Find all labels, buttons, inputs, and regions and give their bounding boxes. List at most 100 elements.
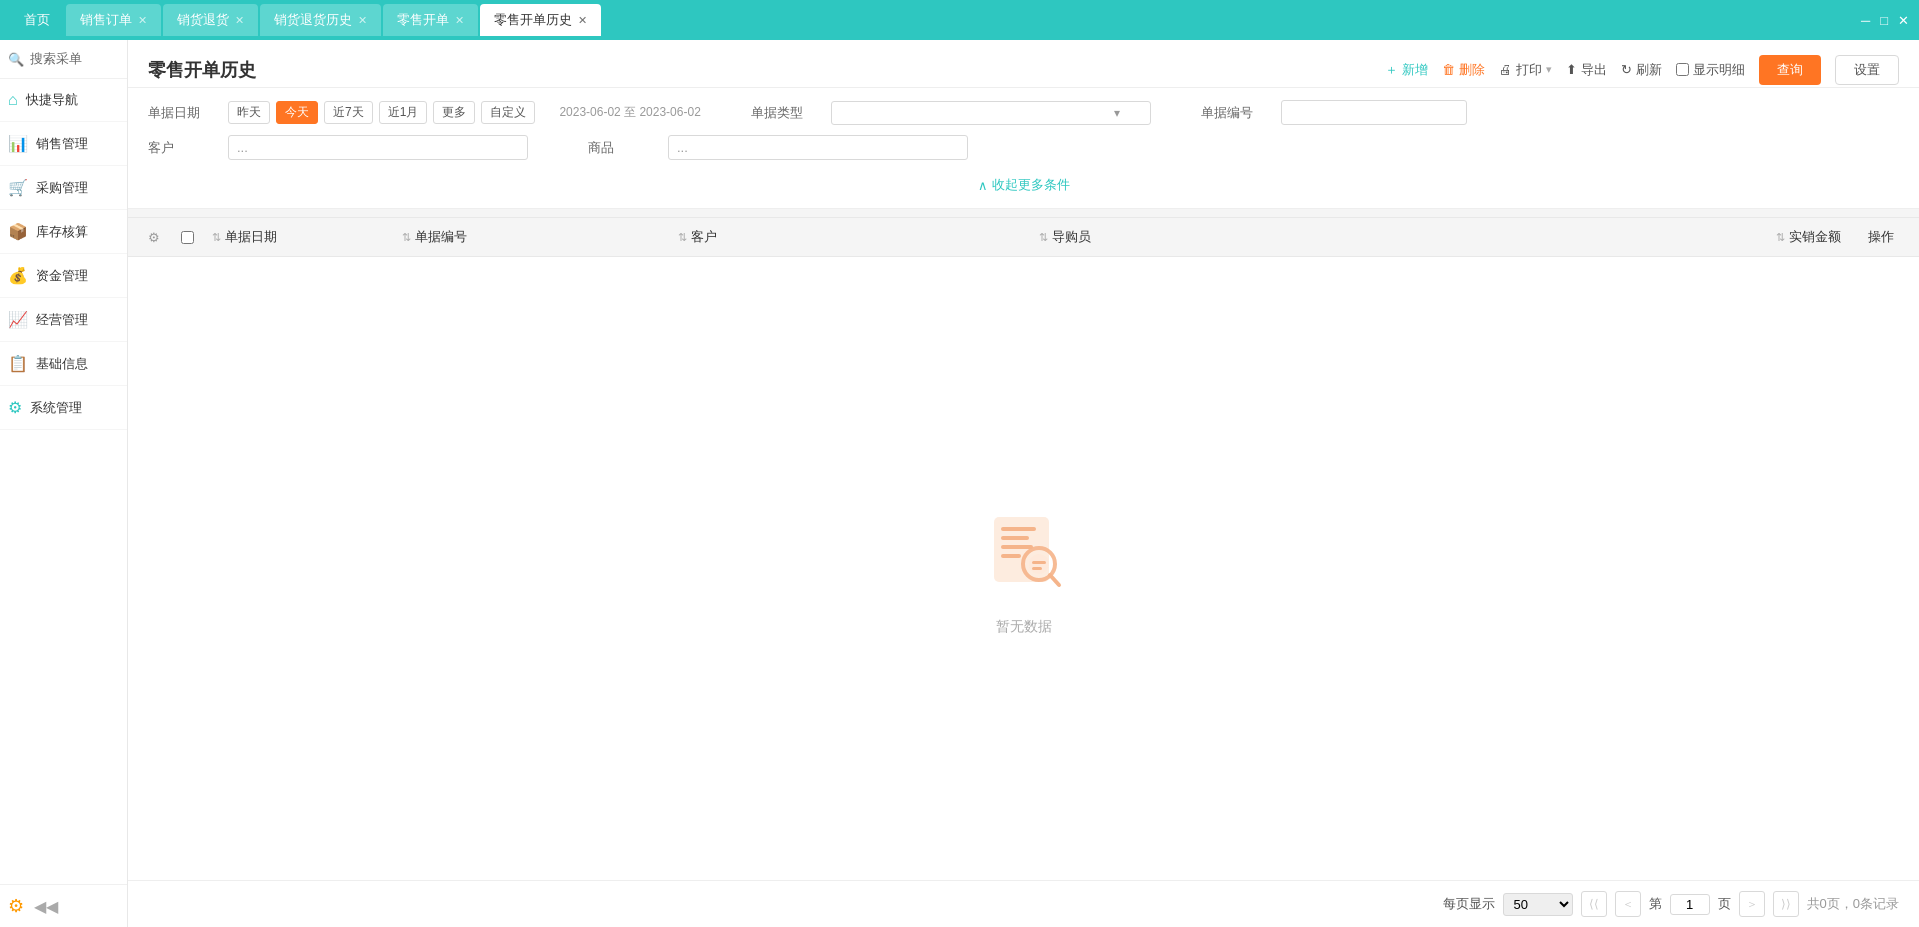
- minimize-btn[interactable]: ─: [1861, 13, 1870, 28]
- col-no-label: 单据编号: [415, 228, 467, 246]
- collapse-arrow-icon: ∧: [978, 178, 988, 193]
- col-header-action: 操作: [1851, 228, 1911, 246]
- sidebar-item-finance[interactable]: 💰 资金管理: [0, 254, 127, 298]
- col-date-label: 单据日期: [225, 228, 277, 246]
- last-page-btn[interactable]: ⟩⟩: [1773, 891, 1799, 917]
- purchase-mgmt-icon: 🛒: [8, 178, 28, 197]
- refresh-icon: ↻: [1621, 62, 1632, 77]
- tab-retail-open-history[interactable]: 零售开单历史 ✕: [480, 4, 601, 36]
- sidebar-item-purchase-mgmt[interactable]: 🛒 采购管理: [0, 166, 127, 210]
- date-range-display: 2023-06-02 至 2023-06-02: [559, 104, 700, 121]
- tab-sales-return-history[interactable]: 销货退货历史 ✕: [260, 4, 381, 36]
- col-sort-guide-icon[interactable]: ⇅: [1039, 231, 1048, 244]
- tab-retail-open-history-label: 零售开单历史: [494, 11, 572, 29]
- add-button[interactable]: ＋ 新增: [1385, 61, 1428, 79]
- yesterday-btn[interactable]: 昨天: [228, 101, 270, 124]
- display-toggle[interactable]: 显示明细: [1676, 61, 1745, 79]
- maximize-btn[interactable]: □: [1880, 13, 1888, 28]
- prev-page-btn[interactable]: ＜: [1615, 891, 1641, 917]
- today-btn[interactable]: 今天: [276, 101, 318, 124]
- select-all-checkbox[interactable]: [181, 231, 194, 244]
- doc-no-label: 单据编号: [1201, 104, 1261, 122]
- col-sort-no-icon[interactable]: ⇅: [402, 231, 411, 244]
- add-icon: ＋: [1385, 61, 1398, 79]
- refresh-button[interactable]: ↻ 刷新: [1621, 61, 1662, 79]
- tab-retail-open-close[interactable]: ✕: [455, 14, 464, 27]
- per-page-select[interactable]: 50 10 20 100: [1503, 893, 1573, 916]
- svg-rect-2: [1001, 536, 1029, 540]
- print-arrow-icon: ▾: [1546, 63, 1552, 76]
- tab-sales-return-history-label: 销货退货历史: [274, 11, 352, 29]
- col-header-no: ⇅ 单据编号: [392, 228, 668, 246]
- sidebar-item-basic-info-label: 基础信息: [36, 355, 88, 373]
- delete-button[interactable]: 🗑 删除: [1442, 61, 1485, 79]
- sidebar-item-inventory[interactable]: 📦 库存核算: [0, 210, 127, 254]
- print-button[interactable]: 🖨 打印 ▾: [1499, 61, 1552, 79]
- query-button[interactable]: 查询: [1759, 55, 1821, 85]
- tab-retail-open-label: 零售开单: [397, 11, 449, 29]
- sales-mgmt-icon: 📊: [8, 134, 28, 153]
- sidebar-item-system-mgmt-label: 系统管理: [30, 399, 82, 417]
- sidebar-item-sales-mgmt[interactable]: 📊 销售管理: [0, 122, 127, 166]
- filter-area: 单据日期 昨天 今天 近7天 近1月 更多 自定义 2023-06-02 至 2…: [128, 88, 1919, 209]
- toolbar: ＋ 新增 🗑 删除 🖨 打印 ▾ ⬆ 导出 ↻ 刷新: [1385, 55, 1899, 85]
- tab-sales-return-history-close[interactable]: ✕: [358, 14, 367, 27]
- tab-retail-open[interactable]: 零售开单 ✕: [383, 4, 478, 36]
- sidebar-item-purchase-mgmt-label: 采购管理: [36, 179, 88, 197]
- export-label: 导出: [1581, 61, 1607, 79]
- sidebar-item-operation[interactable]: 📈 经营管理: [0, 298, 127, 342]
- sidebar-settings-icon[interactable]: ⚙: [8, 895, 24, 917]
- svg-rect-3: [1001, 545, 1033, 549]
- tab-retail-open-history-close[interactable]: ✕: [578, 14, 587, 27]
- next-page-btn[interactable]: ＞: [1739, 891, 1765, 917]
- setting-button[interactable]: 设置: [1835, 55, 1899, 85]
- close-window-btn[interactable]: ✕: [1898, 13, 1909, 28]
- col-sort-customer-icon[interactable]: ⇅: [678, 231, 687, 244]
- display-toggle-checkbox[interactable]: [1676, 63, 1689, 76]
- operation-icon: 📈: [8, 310, 28, 329]
- sidebar-item-system-mgmt[interactable]: ⚙ 系统管理: [0, 386, 127, 430]
- sidebar-bottom: ⚙ ◀◀: [0, 884, 127, 927]
- finance-icon: 💰: [8, 266, 28, 285]
- sidebar-collapse-icon[interactable]: ◀◀: [34, 897, 58, 916]
- doc-type-arrow-icon: ▾: [1114, 106, 1120, 120]
- first-page-btn[interactable]: ⟨⟨: [1581, 891, 1607, 917]
- content-area: 零售开单历史 ＋ 新增 🗑 删除 🖨 打印 ▾ ⬆ 导出: [128, 40, 1919, 927]
- doc-type-select[interactable]: ▾: [831, 101, 1151, 125]
- col-header-guide: ⇅ 导购员: [1029, 228, 1219, 246]
- last7-btn[interactable]: 近7天: [324, 101, 373, 124]
- custom-btn[interactable]: 自定义: [481, 101, 535, 124]
- tab-sales-return[interactable]: 销货退货 ✕: [163, 4, 258, 36]
- last-month-btn[interactable]: 近1月: [379, 101, 428, 124]
- page-number-input[interactable]: [1670, 894, 1710, 915]
- collapse-conditions-btn[interactable]: ∧ 收起更多条件: [148, 170, 1899, 196]
- tab-sales-order-close[interactable]: ✕: [138, 14, 147, 27]
- date-filter-buttons: 昨天 今天 近7天 近1月 更多 自定义: [228, 101, 535, 124]
- export-button[interactable]: ⬆ 导出: [1566, 61, 1607, 79]
- sidebar-item-quick-nav[interactable]: ⌂ 快捷导航: [0, 79, 127, 122]
- window-controls: ─ □ ✕: [1861, 13, 1909, 28]
- sidebar-search[interactable]: 🔍 搜索采单: [0, 40, 127, 79]
- col-sort-date-icon[interactable]: ⇅: [212, 231, 221, 244]
- more-btn[interactable]: 更多: [433, 101, 475, 124]
- col-header-date: ⇅ 单据日期: [202, 228, 392, 246]
- page-header: 零售开单历史 ＋ 新增 🗑 删除 🖨 打印 ▾ ⬆ 导出: [128, 40, 1919, 88]
- doc-no-input[interactable]: [1281, 100, 1467, 125]
- col-sort-amount-icon[interactable]: ⇅: [1776, 231, 1785, 244]
- tab-sales-return-close[interactable]: ✕: [235, 14, 244, 27]
- table-select-all[interactable]: [172, 231, 202, 244]
- empty-text: 暂无数据: [996, 618, 1052, 636]
- filter-row-1: 单据日期 昨天 今天 近7天 近1月 更多 自定义 2023-06-02 至 2…: [148, 100, 1899, 125]
- goods-placeholder: ...: [677, 140, 688, 155]
- tab-home[interactable]: 首页: [10, 4, 64, 36]
- col-header-customer: ⇅ 客户: [668, 228, 1029, 246]
- customer-placeholder: ...: [237, 140, 248, 155]
- pagination: 每页显示 50 10 20 100 ⟨⟨ ＜ 第 页 ＞ ⟩⟩ 共0页，0条记录: [128, 880, 1919, 927]
- goods-input[interactable]: ...: [668, 135, 968, 160]
- col-amount-label: 实销金额: [1789, 228, 1841, 246]
- tab-sales-order[interactable]: 销售订单 ✕: [66, 4, 161, 36]
- sidebar-item-basic-info[interactable]: 📋 基础信息: [0, 342, 127, 386]
- table-settings-icon[interactable]: ⚙: [136, 230, 172, 245]
- tab-sales-return-label: 销货退货: [177, 11, 229, 29]
- customer-input[interactable]: ...: [228, 135, 528, 160]
